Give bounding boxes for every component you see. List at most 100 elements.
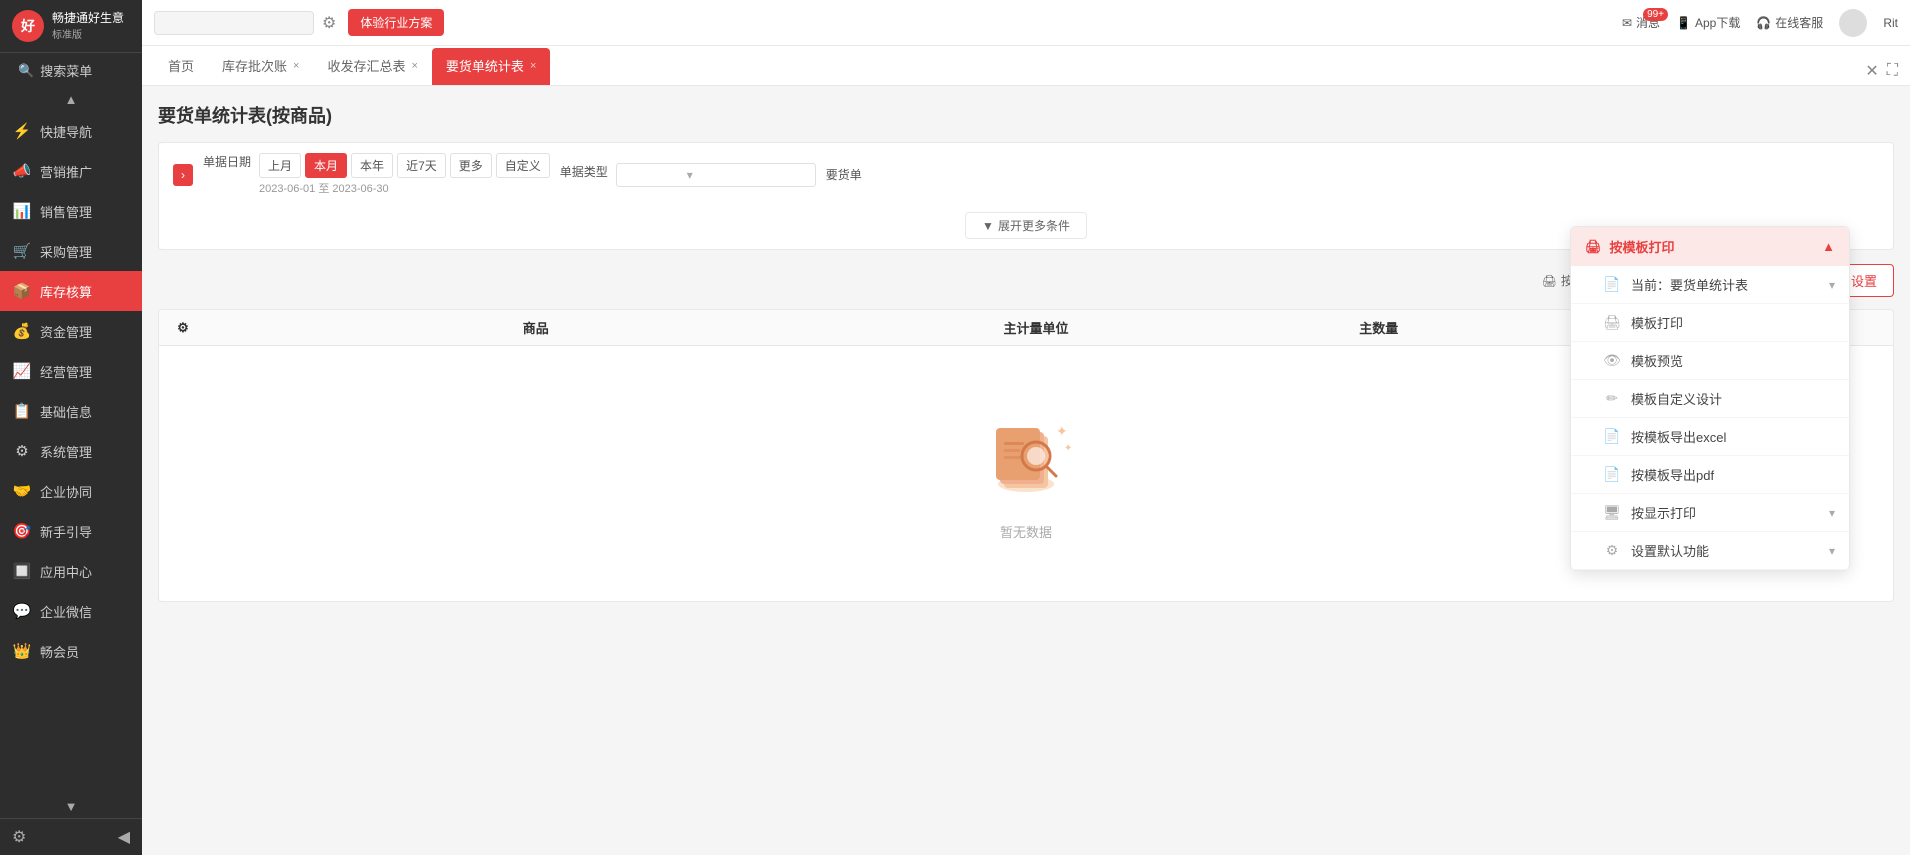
member-label: 畅会员 xyxy=(40,642,79,661)
dropdown-item-template-print[interactable]: 🖨 模板打印 xyxy=(1571,304,1849,342)
online-service-item[interactable]: 🎧 在线客服 xyxy=(1756,14,1823,31)
tab-close-window-btn[interactable]: ✕ xyxy=(1865,61,1878,81)
app-name: 畅捷通好生意 xyxy=(52,11,124,27)
main-area: ⚙ 体验行业方案 ✉ 消息 99+ 📱 App下载 🎧 在线客服 Rit 首页 xyxy=(142,0,1910,855)
marketing-icon: 📣 xyxy=(12,161,32,181)
sidebar-item-finance[interactable]: 💰 资金管理 xyxy=(0,311,142,351)
tab-order-stats-close[interactable]: × xyxy=(530,60,536,72)
sidebar-item-collab[interactable]: 🤝 企业协同 xyxy=(0,471,142,511)
basic-icon: 📋 xyxy=(12,401,32,421)
sidebar-search[interactable]: 🔍 搜索菜单 xyxy=(0,53,142,88)
empty-text: 暂无数据 xyxy=(1000,522,1052,541)
apps-icon: 🔲 xyxy=(12,561,32,581)
date-btn-custom[interactable]: 自定义 xyxy=(496,153,550,178)
svg-text:✦: ✦ xyxy=(1064,443,1072,454)
purchase-icon: 🛒 xyxy=(12,241,32,261)
sidebar-nav: ⚡ 快捷导航 📣 营销推广 📊 销售管理 🛒 采购管理 📦 库存核算 💰 资金管… xyxy=(0,111,142,795)
filter-expand-icon[interactable]: › xyxy=(173,164,193,186)
sidebar-item-purchase[interactable]: 🛒 采购管理 xyxy=(0,231,142,271)
dropdown-default-left: ⚙ 设置默认功能 xyxy=(1603,541,1709,560)
marketing-label: 营销推广 xyxy=(40,162,92,181)
topbar-search-input[interactable] xyxy=(154,11,314,35)
sidebar-bottom: ⚙ ◀ xyxy=(0,818,142,855)
sidebar-item-guide[interactable]: 🎯 新手引导 xyxy=(0,511,142,551)
dropdown-current-left: 📄 当前：要货单统计表 xyxy=(1603,275,1748,294)
page-title: 要货单统计表(按商品) xyxy=(158,102,1894,128)
tab-maximize-btn[interactable]: ⛶ xyxy=(1887,62,1898,80)
finance-label: 资金管理 xyxy=(40,322,92,341)
dropdown-current-template[interactable]: 📄 当前：要货单统计表 ▾ xyxy=(1571,266,1849,304)
system-label: 系统管理 xyxy=(40,442,92,461)
basic-label: 基础信息 xyxy=(40,402,92,421)
logo-text-group: 畅捷通好生意 标准版 xyxy=(52,11,124,42)
expand-label: 展开更多条件 xyxy=(998,217,1070,234)
tab-receipt-summary[interactable]: 收发存汇总表 × xyxy=(313,48,431,85)
operation-icon: 📈 xyxy=(12,361,32,381)
collapse-icon[interactable]: ◀ xyxy=(118,827,130,847)
tab-receipt-summary-close[interactable]: × xyxy=(411,60,417,72)
expand-more-btn[interactable]: ▼ 展开更多条件 xyxy=(965,212,1087,239)
type-select-arrow-icon: ▾ xyxy=(687,168,693,182)
sidebar-item-sales[interactable]: 📊 销售管理 xyxy=(0,191,142,231)
dropdown-default-func[interactable]: ⚙ 设置默认功能 ▾ xyxy=(1571,532,1849,570)
sidebar-item-apps[interactable]: 🔲 应用中心 xyxy=(0,551,142,591)
sidebar-item-basic[interactable]: 📋 基础信息 xyxy=(0,391,142,431)
settings-icon[interactable]: ⚙ xyxy=(12,827,26,847)
sidebar-item-inventory[interactable]: 📦 库存核算 xyxy=(0,271,142,311)
sidebar-item-operation[interactable]: 📈 经营管理 xyxy=(0,351,142,391)
date-range-display: 2023-06-01 至 2023-06-30 xyxy=(259,180,550,196)
dropdown-item-template-excel[interactable]: 📄 按模板导出excel xyxy=(1571,418,1849,456)
dropdown-title: 按模板打印 xyxy=(1610,237,1675,256)
dropdown-print-icon: 🖨 xyxy=(1585,239,1602,255)
sidebar-item-wechat[interactable]: 💬 企业微信 xyxy=(0,591,142,631)
search-label: 搜索菜单 xyxy=(40,61,92,80)
tab-batch-account-close[interactable]: × xyxy=(293,60,299,72)
dropdown-collapse-icon[interactable]: ▲ xyxy=(1822,239,1835,254)
trial-button[interactable]: 体验行业方案 xyxy=(348,9,444,36)
dropdown-item-template-preview[interactable]: 👁 模板预览 xyxy=(1571,342,1849,380)
purchase-label: 采购管理 xyxy=(40,242,92,261)
template-print-item-label: 模板打印 xyxy=(1631,313,1683,332)
app-download-item[interactable]: 📱 App下载 xyxy=(1676,14,1740,31)
current-template-icon: 📄 xyxy=(1603,276,1621,293)
sidebar-item-marketing[interactable]: 📣 营销推广 xyxy=(0,151,142,191)
topbar-gear-icon[interactable]: ⚙ xyxy=(322,13,336,33)
tab-batch-account[interactable]: 库存批次账 × xyxy=(208,48,313,85)
dropdown-item-template-pdf[interactable]: 📄 按模板导出pdf xyxy=(1571,456,1849,494)
date-btn-year[interactable]: 本年 xyxy=(351,153,393,178)
app-download-label: App下载 xyxy=(1695,14,1740,31)
sidebar-scroll-down[interactable]: ▼ xyxy=(0,795,142,818)
message-badge: 99+ xyxy=(1643,8,1668,21)
dropdown-display-print[interactable]: 🖥 按显示打印 ▾ xyxy=(1571,494,1849,532)
date-btn-prev[interactable]: 上月 xyxy=(259,153,301,178)
tabbar-right-actions: ✕ ⛶ xyxy=(1865,61,1898,85)
col-unit: 主计量单位 xyxy=(865,318,1208,337)
template-custom-item-icon: ✏ xyxy=(1603,390,1621,407)
current-template-label: 当前：要货单统计表 xyxy=(1631,275,1748,294)
guide-label: 新手引导 xyxy=(40,522,92,541)
wechat-icon: 💬 xyxy=(12,601,32,621)
date-buttons: 上月 本月 本年 近7天 更多 自定义 xyxy=(259,153,550,178)
filter-row: › 单据日期 上月 本月 本年 近7天 更多 自定义 2023-06-01 xyxy=(173,153,1879,196)
dropdown-item-template-custom[interactable]: ✏ 模板自定义设计 xyxy=(1571,380,1849,418)
tab-order-stats[interactable]: 要货单统计表 × xyxy=(432,48,550,85)
date-btn-7days[interactable]: 近7天 xyxy=(397,153,446,178)
type-select[interactable]: ▾ xyxy=(616,163,816,187)
message-item[interactable]: ✉ 消息 99+ xyxy=(1622,14,1660,31)
svg-text:✦: ✦ xyxy=(1056,423,1068,439)
sidebar-item-system[interactable]: ⚙ 系统管理 xyxy=(0,431,142,471)
sidebar-item-quick-nav[interactable]: ⚡ 快捷导航 xyxy=(0,111,142,151)
tab-home[interactable]: 首页 xyxy=(154,48,208,85)
template-print-item-icon: 🖨 xyxy=(1603,314,1621,331)
default-func-icon: ⚙ xyxy=(1603,542,1621,559)
wechat-label: 企业微信 xyxy=(40,602,92,621)
col-gear[interactable]: ⚙ xyxy=(159,320,207,336)
tab-receipt-summary-label: 收发存汇总表 xyxy=(327,56,405,75)
sidebar-item-member[interactable]: 👑 畅会员 xyxy=(0,631,142,671)
dropdown-header[interactable]: 🖨 按模板打印 ▲ xyxy=(1571,227,1849,266)
quick-nav-icon: ⚡ xyxy=(12,121,32,141)
date-btn-current[interactable]: 本月 xyxy=(305,153,347,178)
date-btn-more[interactable]: 更多 xyxy=(450,153,492,178)
user-avatar[interactable] xyxy=(1839,9,1867,37)
sidebar-scroll-up[interactable]: ▲ xyxy=(0,88,142,111)
